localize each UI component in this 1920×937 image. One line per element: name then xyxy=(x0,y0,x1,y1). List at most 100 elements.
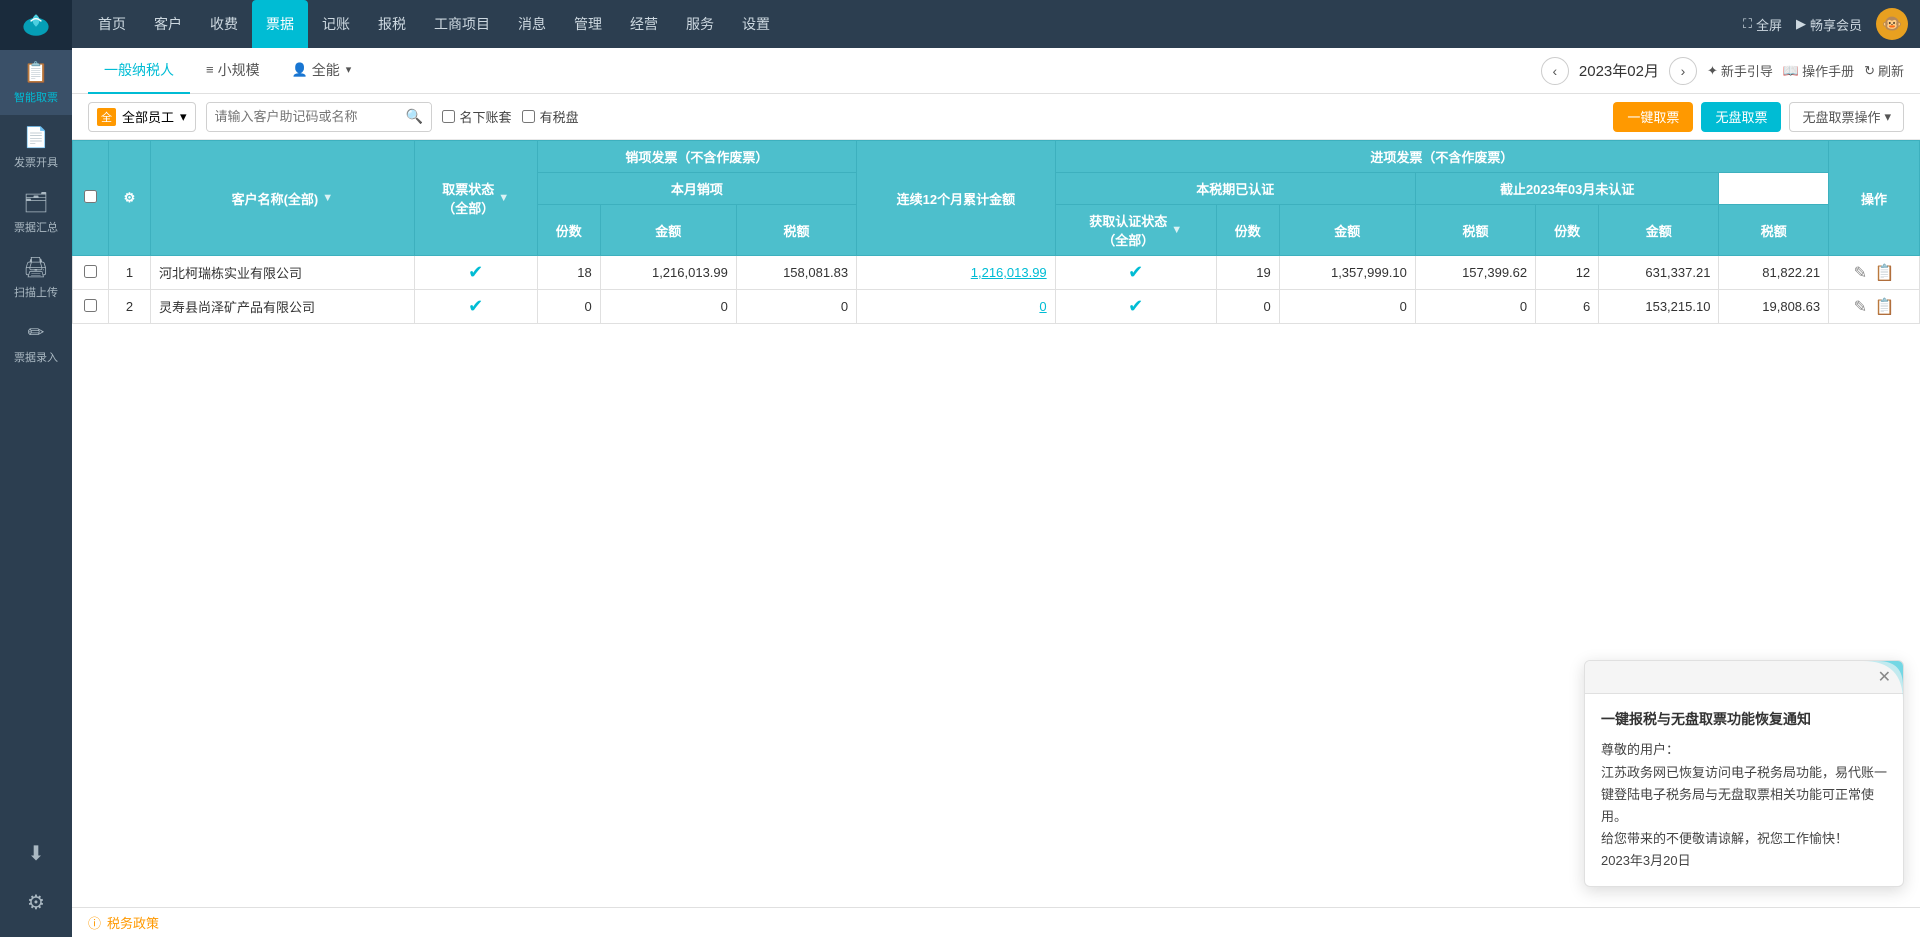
one-click-fetch-button[interactable]: 一键取票 xyxy=(1613,102,1693,132)
nav-client[interactable]: 客户 xyxy=(140,0,196,48)
header-checkbox-col xyxy=(73,141,109,256)
header-customer-col: 客户名称(全部) ▼ xyxy=(150,141,414,256)
header-fetch-status-col: 取票状态（全部） ▼ xyxy=(414,141,537,256)
sidebar-item-invoice-summary[interactable]: 🗂 票据汇总 xyxy=(0,180,72,245)
row-ops-0: ✎ 📋 xyxy=(1829,256,1920,290)
nav-service[interactable]: 服务 xyxy=(672,0,728,48)
fetch-status-filter-icon[interactable]: ▼ xyxy=(498,192,509,204)
next-month-button[interactable]: › xyxy=(1669,57,1697,85)
tab-small[interactable]: ≡ 小规模 xyxy=(190,48,276,94)
nav-invoice[interactable]: 票据 xyxy=(252,0,308,48)
popup-header: ✕ xyxy=(1585,661,1903,694)
table-row: 2 灵寿县尚泽矿产品有限公司 ✔ 0 0 0 0 ✔ 0 0 0 6 153,2… xyxy=(73,290,1920,324)
row-sales-count-1: 0 xyxy=(537,290,600,324)
refresh-link[interactable]: ↻ 刷新 xyxy=(1864,61,1904,80)
header-cert-status: 获取认证状态（全部） ▼ xyxy=(1055,205,1216,256)
row-purchase-cert-tax-0: 157,399.62 xyxy=(1415,256,1535,290)
scan-upload-icon: 🖨 xyxy=(23,255,48,280)
row-purchase-cert-amount-1: 0 xyxy=(1279,290,1415,324)
guide-icon: ✦ xyxy=(1707,63,1718,79)
sidebar-item-invoice-open[interactable]: 📄 发票开具 xyxy=(0,115,72,180)
sidebar-item-settings-bottom[interactable]: ⚙ xyxy=(0,880,72,925)
new-guide-link[interactable]: ✦ 新手引导 xyxy=(1707,61,1773,80)
sidebar-item-download[interactable]: ⬇ xyxy=(0,831,72,876)
row-sales-tax-0: 158,081.83 xyxy=(736,256,856,290)
toolbar: 全 全部员工 ▾ 🔍 名下账套 有税盘 一键取票 无盘取票 无盘取票操作 xyxy=(72,94,1920,140)
row-checkbox-1[interactable] xyxy=(73,290,109,324)
settings-icon[interactable]: ⚙ xyxy=(124,190,136,205)
row-sales-count-0: 18 xyxy=(537,256,600,290)
header-purchase-uncert-count: 份数 xyxy=(1536,205,1599,256)
popup-line3: 给您带来的不便敬请谅解，祝您工作愉快！ xyxy=(1601,828,1887,850)
header-sales-group: 销项发票（不含作废票） xyxy=(537,141,856,173)
header-purchase-uncert-tax: 税额 xyxy=(1719,205,1829,256)
tab-general[interactable]: 一般纳税人 xyxy=(88,48,190,94)
nav-billing[interactable]: 收费 xyxy=(196,0,252,48)
row-edit-btn-0[interactable]: ✎ xyxy=(1852,265,1869,282)
sidebar-item-data-entry[interactable]: ✏ 票据录入 xyxy=(0,310,72,375)
sidebar-bottom: ⬇ ⚙ xyxy=(0,831,72,937)
nav-accounting[interactable]: 记账 xyxy=(308,0,364,48)
customer-filter-icon[interactable]: ▼ xyxy=(322,192,333,204)
download-icon: ⬇ xyxy=(28,841,45,866)
popup-notification: ✕ 一键报税与无盘取票功能恢复通知 尊敬的用户： 江苏政务网已恢复访问电子税务局… xyxy=(1584,660,1904,887)
tax-policy-link[interactable]: 税务政策 xyxy=(107,913,159,932)
nav-message[interactable]: 消息 xyxy=(504,0,560,48)
no-disk-ops-button[interactable]: 无盘取票操作 ▾ xyxy=(1789,102,1904,132)
row-detail-btn-1[interactable]: 📋 xyxy=(1873,299,1897,316)
nav-tax[interactable]: 报税 xyxy=(364,0,420,48)
cert-status-filter-icon[interactable]: ▼ xyxy=(1171,224,1182,236)
nav-home[interactable]: 首页 xyxy=(84,0,140,48)
header-purchase-uncert-amount: 金额 xyxy=(1599,205,1719,256)
fullscreen-button[interactable]: ⛶ 全屏 xyxy=(1743,15,1782,34)
ops-dropdown-icon: ▾ xyxy=(1884,109,1891,125)
filter-account-label[interactable]: 名下账套 xyxy=(442,107,512,126)
nav-settings[interactable]: 设置 xyxy=(728,0,784,48)
select-all-checkbox[interactable] xyxy=(84,190,97,203)
manual-link[interactable]: 📖 操作手册 xyxy=(1783,61,1854,80)
search-button[interactable]: 🔍 xyxy=(399,102,431,132)
nav-management[interactable]: 管理 xyxy=(560,0,616,48)
sidebar-item-scan-upload-label: 扫描上传 xyxy=(14,284,58,300)
user-avatar[interactable]: 🐵 xyxy=(1876,8,1908,40)
row-seq-1: 2 xyxy=(109,290,151,324)
header-purchase-group: 进项发票（不含作废票） xyxy=(1055,141,1828,173)
filter-account-checkbox[interactable] xyxy=(442,110,455,123)
row-select-1[interactable] xyxy=(84,299,97,312)
row-purchase-uncert-tax-0: 81,822.21 xyxy=(1719,256,1829,290)
invoice-summary-icon: 🗂 xyxy=(23,190,48,215)
tab-all[interactable]: 👤 全能 ▾ xyxy=(276,48,368,94)
search-input[interactable] xyxy=(207,103,399,131)
nav-operation[interactable]: 经营 xyxy=(616,0,672,48)
row-continuous12-1: 0 xyxy=(857,290,1056,324)
row-detail-btn-0[interactable]: 📋 xyxy=(1873,265,1897,282)
table-row: 1 河北柯瑞栋实业有限公司 ✔ 18 1,216,013.99 158,081.… xyxy=(73,256,1920,290)
nav-business[interactable]: 工商项目 xyxy=(420,0,504,48)
fetch-status-label: 取票状态（全部） xyxy=(442,179,494,217)
row-edit-btn-1[interactable]: ✎ xyxy=(1852,299,1869,316)
sidebar-item-scan-upload[interactable]: 🖨 扫描上传 xyxy=(0,245,72,310)
month-navigation: ‹ 2023年02月 › xyxy=(1541,57,1697,85)
current-month-label: 2023年02月 xyxy=(1579,60,1659,81)
tab-general-label: 一般纳税人 xyxy=(104,60,174,80)
popup-body: 一键报税与无盘取票功能恢复通知 尊敬的用户： 江苏政务网已恢复访问电子税务局功能… xyxy=(1585,694,1903,886)
employee-select[interactable]: 全 全部员工 ▾ xyxy=(88,102,196,132)
prev-month-button[interactable]: ‹ xyxy=(1541,57,1569,85)
row-select-0[interactable] xyxy=(84,265,97,278)
popup-line4: 2023年3月20日 xyxy=(1601,850,1887,872)
row-cert-status-0: ✔ xyxy=(1055,256,1216,290)
no-disk-fetch-button[interactable]: 无盘取票 xyxy=(1701,102,1781,132)
popup-close-button[interactable]: ✕ xyxy=(1878,667,1891,687)
search-wrap: 🔍 xyxy=(206,102,432,132)
filter-taxdisk-label[interactable]: 有税盘 xyxy=(522,107,579,126)
member-button[interactable]: ▶ 畅享会员 xyxy=(1796,15,1862,34)
filter-taxdisk-checkbox[interactable] xyxy=(522,110,535,123)
sidebar-item-smart-fetch[interactable]: 📋 智能取票 xyxy=(0,50,72,115)
row-purchase-uncert-amount-1: 153,215.10 xyxy=(1599,290,1719,324)
manual-icon: 📖 xyxy=(1783,63,1799,79)
small-scale-icon: ≡ xyxy=(206,62,214,77)
row-sales-amount-1: 0 xyxy=(600,290,736,324)
sidebar-item-data-entry-label: 票据录入 xyxy=(14,349,58,365)
row-checkbox-0[interactable] xyxy=(73,256,109,290)
row-purchase-uncert-tax-1: 19,808.63 xyxy=(1719,290,1829,324)
